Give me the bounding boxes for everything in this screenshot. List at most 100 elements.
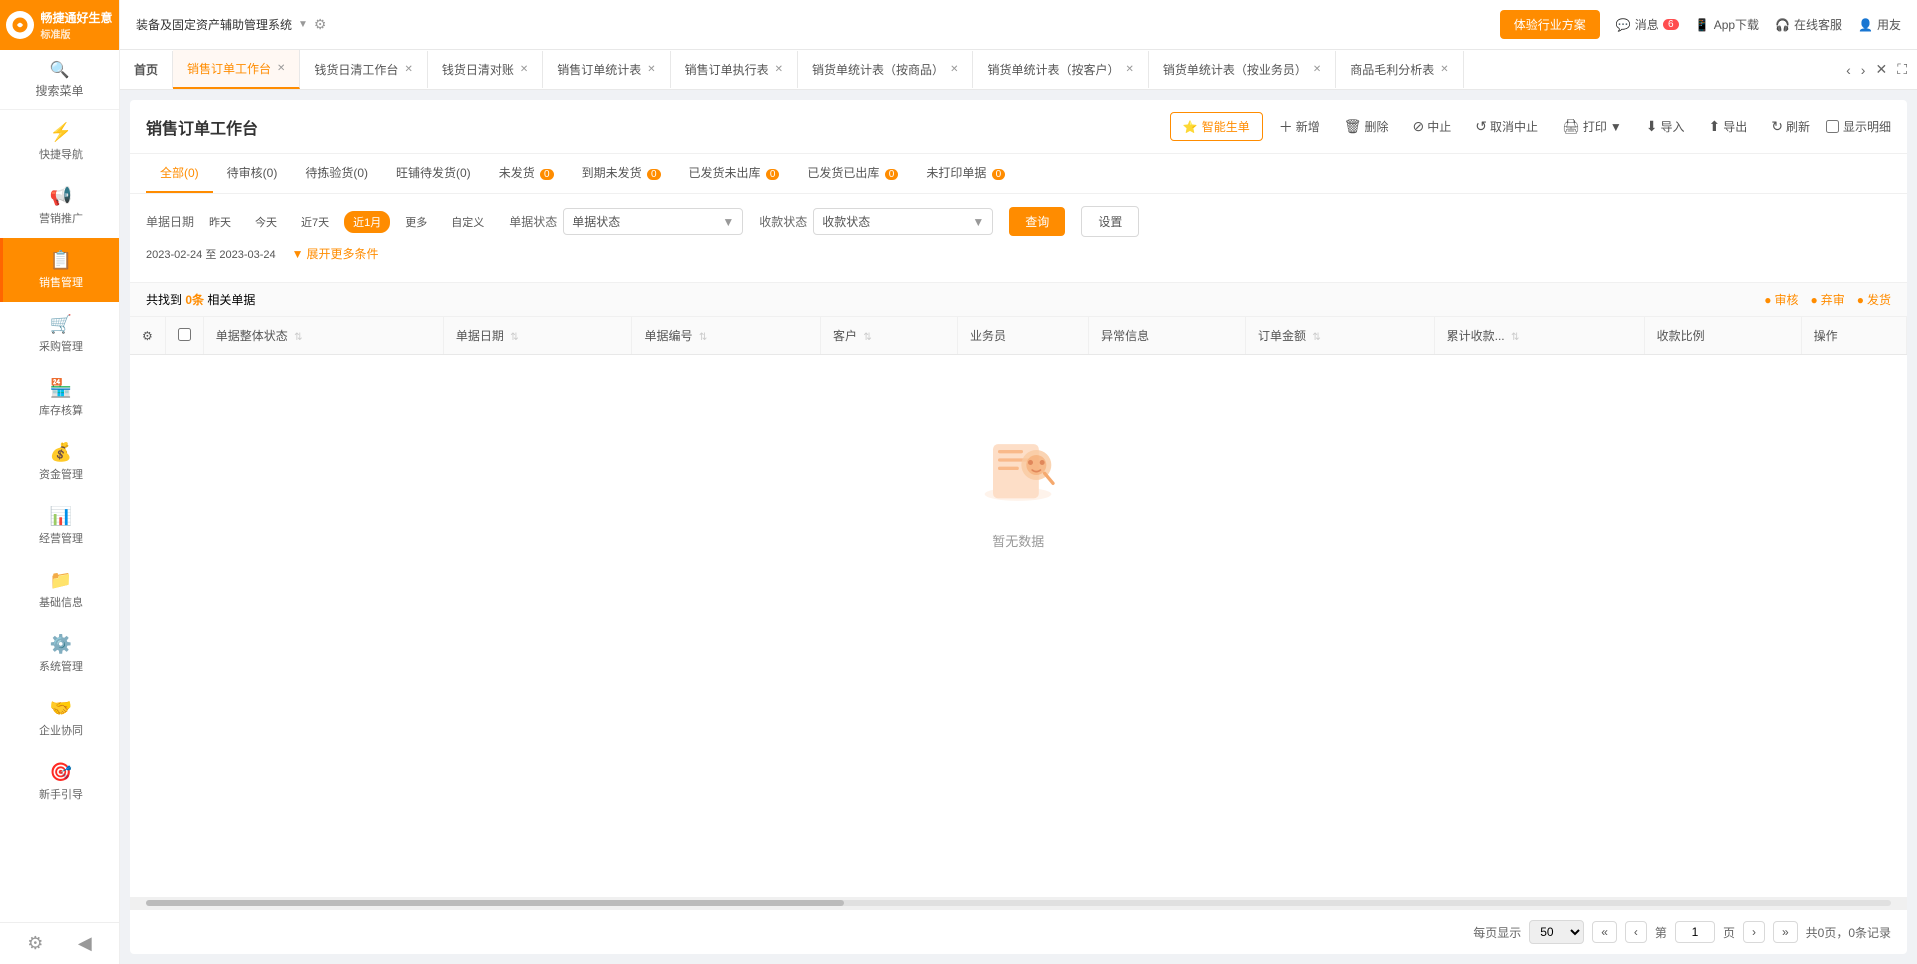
expand-button[interactable]: ▼ 展开更多条件: [292, 245, 379, 262]
import-icon: ⬇: [1646, 118, 1658, 135]
tab-close-icon[interactable]: ✕: [775, 64, 783, 75]
basic-icon: 📁: [50, 570, 72, 591]
horizontal-scrollbar[interactable]: [130, 897, 1907, 909]
collapse-icon[interactable]: ◀: [78, 933, 92, 954]
col-number-label: 单据编号: [644, 329, 692, 343]
date-btn-yesterday[interactable]: 昨天: [200, 211, 240, 233]
select-all-checkbox[interactable]: [178, 328, 191, 341]
cancel-stop-button[interactable]: ↺ 取消中止: [1467, 114, 1546, 139]
tab-sales-stat-customer[interactable]: 销货单统计表（按客户） ✕: [973, 51, 1148, 88]
content: 销售订单工作台 ⭐ 智能生单 ＋ 新增 🗑 删除 ⊘: [120, 90, 1917, 964]
stop-button[interactable]: ⊘ 中止: [1405, 114, 1460, 139]
sidebar-item-newbie[interactable]: 🎯 新手引导: [0, 750, 119, 814]
export-button[interactable]: ⬆ 导出: [1700, 114, 1755, 139]
tab-close-all-icon[interactable]: ✕: [1871, 57, 1891, 82]
tab-scroll-left-icon[interactable]: ‹: [1842, 58, 1855, 82]
sub-tab-shipped-out[interactable]: 已发货已出库 0: [793, 154, 912, 193]
column-settings-icon[interactable]: ⚙: [142, 329, 153, 343]
settings-icon[interactable]: ⚙: [27, 933, 43, 954]
th-checkbox[interactable]: [165, 317, 203, 355]
tab-sales-workbench[interactable]: 销售订单工作台 ✕: [173, 50, 300, 89]
sidebar-item-basic[interactable]: 📁 基础信息: [0, 558, 119, 622]
date-btn-more[interactable]: 更多: [396, 211, 436, 233]
scrollbar-thumb[interactable]: [146, 900, 844, 906]
export-icon: ⬆: [1708, 118, 1720, 135]
sub-tab-shipped-not-in[interactable]: 已发货未出库 0: [675, 154, 794, 193]
tab-close-icon[interactable]: ✕: [1440, 64, 1448, 75]
tab-sales-stat-staff[interactable]: 销货单统计表（按业务员） ✕: [1149, 51, 1336, 88]
sub-tab-pending-inspect[interactable]: 待拣验货(0): [291, 154, 382, 193]
th-customer: 客户 ⇅: [821, 317, 958, 355]
pagination-first-btn[interactable]: «: [1592, 921, 1617, 943]
delete-button[interactable]: 🗑 删除: [1336, 114, 1397, 139]
sub-tab-not-shipped[interactable]: 未发货 0: [485, 154, 568, 193]
sub-tab-overdue-not-shipped[interactable]: 到期未发货 0: [568, 154, 675, 193]
th-settings[interactable]: ⚙: [130, 317, 165, 355]
sidebar-item-enterprise[interactable]: 🤝 企业协同: [0, 686, 119, 750]
tab-close-icon[interactable]: ✕: [404, 64, 412, 75]
tab-close-icon[interactable]: ✕: [950, 64, 958, 75]
sidebar-item-system[interactable]: ⚙️ 系统管理: [0, 622, 119, 686]
settings-button[interactable]: 设置: [1081, 206, 1139, 237]
sidebar-item-quick-nav[interactable]: ⚡ 快捷导航: [0, 110, 119, 174]
review-label: 审核: [1774, 291, 1798, 308]
payment-select[interactable]: 收款状态 ▼: [813, 208, 993, 235]
per-page-select[interactable]: 50 100 200: [1529, 920, 1584, 944]
tab-close-icon[interactable]: ✕: [277, 63, 285, 74]
ship-action-btn[interactable]: ● 发货: [1857, 291, 1891, 308]
tab-close-icon[interactable]: ✕: [647, 64, 655, 75]
tab-cash-reconcile[interactable]: 钱货日清对账 ✕: [428, 51, 543, 88]
date-btn-today[interactable]: 今天: [246, 211, 286, 233]
sidebar-search[interactable]: 🔍 搜索菜单: [0, 50, 119, 110]
sub-tab-all[interactable]: 全部(0): [146, 154, 213, 193]
tab-scroll-right-icon[interactable]: ›: [1857, 58, 1870, 82]
app-download-item[interactable]: 📱 App下载: [1695, 16, 1759, 33]
col-received-label: 累计收款...: [1447, 329, 1505, 343]
sidebar-item-label: 采购管理: [39, 338, 83, 354]
tab-close-icon[interactable]: ✕: [1313, 64, 1321, 75]
print-button[interactable]: 🖨 打印 ▼: [1554, 114, 1630, 139]
add-button[interactable]: ＋ 新增: [1271, 113, 1328, 141]
sidebar-item-finance[interactable]: 💰 资金管理: [0, 430, 119, 494]
smart-btn[interactable]: ⭐ 智能生单: [1170, 112, 1263, 141]
tab-product-margin[interactable]: 商品毛利分析表 ✕: [1336, 51, 1463, 88]
tab-sales-stat-product[interactable]: 销货单统计表（按商品） ✕: [798, 51, 973, 88]
sidebar-item-purchase[interactable]: 🛒 采购管理: [0, 302, 119, 366]
refresh-button[interactable]: ↻ 刷新: [1763, 114, 1818, 139]
date-label: 单据日期: [146, 213, 194, 230]
pagination-next-btn[interactable]: ›: [1743, 921, 1765, 943]
tab-maximize-icon[interactable]: ⛶: [1893, 57, 1911, 82]
date-btn-7days[interactable]: 近7天: [292, 211, 338, 233]
summary-count: 0条: [185, 293, 204, 307]
cancel-review-btn[interactable]: ● 弃审: [1810, 291, 1844, 308]
status-select[interactable]: 单据状态 ▼: [563, 208, 743, 235]
tab-cash-daily[interactable]: 钱货日清工作台 ✕: [300, 51, 427, 88]
tab-close-icon[interactable]: ✕: [1125, 64, 1133, 75]
sidebar-item-marketing[interactable]: 📢 营销推广: [0, 174, 119, 238]
sub-tab-pending-review[interactable]: 待审核(0): [213, 154, 292, 193]
query-button[interactable]: 查询: [1009, 207, 1065, 236]
settings-gear-icon[interactable]: ⚙: [314, 16, 327, 33]
show-detail-input[interactable]: [1826, 120, 1839, 133]
sub-tab-not-printed[interactable]: 未打印单据 0: [912, 154, 1019, 193]
show-detail-checkbox[interactable]: 显示明细: [1826, 118, 1891, 135]
tab-sales-stat-summary[interactable]: 销售订单统计表 ✕: [543, 51, 670, 88]
date-btn-1month[interactable]: 近1月: [344, 211, 390, 233]
sub-tab-wangpu[interactable]: 旺铺待发货(0): [382, 154, 485, 193]
tab-sales-exec-table[interactable]: 销售订单执行表 ✕: [671, 51, 798, 88]
import-button[interactable]: ⬇ 导入: [1638, 114, 1693, 139]
date-btn-custom[interactable]: 自定义: [442, 211, 493, 233]
pagination-last-btn[interactable]: »: [1773, 921, 1798, 943]
sidebar-item-sales[interactable]: 📋 销售管理: [0, 238, 119, 302]
tab-close-icon[interactable]: ✕: [520, 64, 528, 75]
message-item[interactable]: 💬 消息 6: [1616, 16, 1679, 33]
user-item[interactable]: 👤 用友: [1858, 16, 1901, 33]
review-action-btn[interactable]: ● 审核: [1764, 291, 1798, 308]
sidebar-item-operation[interactable]: 📊 经营管理: [0, 494, 119, 558]
experience-button[interactable]: 体验行业方案: [1500, 10, 1600, 39]
online-service-item[interactable]: 🎧 在线客服: [1775, 16, 1842, 33]
tab-home[interactable]: 首页: [120, 51, 173, 88]
pagination-page-input[interactable]: [1675, 921, 1715, 943]
pagination-prev-btn[interactable]: ‹: [1625, 921, 1647, 943]
sidebar-item-inventory[interactable]: 🏪 库存核算: [0, 366, 119, 430]
